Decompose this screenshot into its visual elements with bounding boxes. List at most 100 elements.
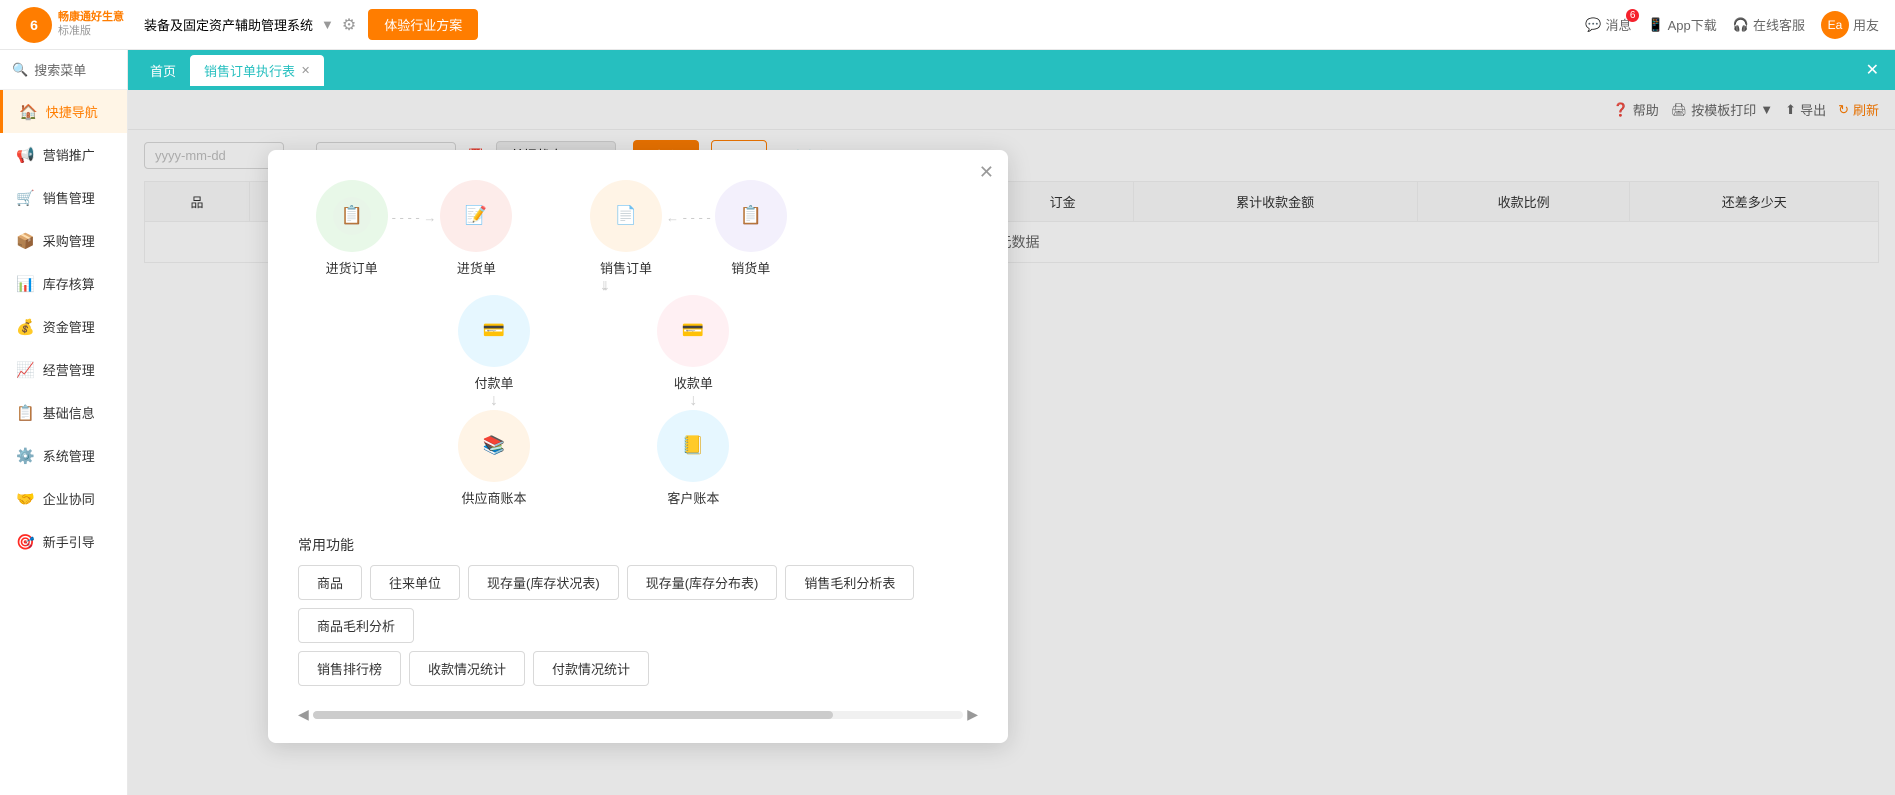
sidebar-item-finance[interactable]: 💰 资金管理	[0, 305, 127, 348]
sidebar-item-inventory[interactable]: 📊 库存核算	[0, 262, 127, 305]
arrow-sales-down: ↓	[590, 277, 787, 295]
func-btn-product[interactable]: 商品	[298, 565, 362, 600]
scroll-left-button[interactable]: ◀	[298, 706, 309, 723]
online-service-item[interactable]: 🎧 在线客服	[1733, 15, 1805, 34]
purchase-flow-col: 📋 进货订单 - - - - →	[298, 180, 530, 507]
sidebar-item-enterprise[interactable]: 🤝 企业协同	[0, 477, 127, 520]
sales-order-doc-label: 销售订单	[600, 258, 652, 277]
search-menu[interactable]: 🔍 搜索菜单	[0, 50, 127, 90]
sidebar-item-guide[interactable]: 🎯 新手引导	[0, 520, 127, 563]
supplier-ledger-group: 📚 供应商账本	[458, 410, 530, 507]
arrow-sales-doc-to-sales: ← - - - -	[666, 210, 711, 247]
svg-text:📄: 📄	[615, 204, 637, 225]
logo-line1: 畅康通好生意	[58, 11, 124, 24]
arrow-payment-down: ↓	[490, 392, 498, 410]
func-btn-payment-stats[interactable]: 付款情况统计	[533, 651, 649, 686]
sales-order-doc-group: 📄 销售订单	[590, 180, 662, 277]
sidebar-item-label: 经营管理	[43, 360, 95, 379]
scroll-right-button[interactable]: ▶	[967, 706, 978, 723]
logo-icon: 6	[16, 7, 52, 43]
svg-text:💳: 💳	[682, 320, 704, 340]
sidebar-item-label: 资金管理	[43, 317, 95, 336]
svg-text:💳: 💳	[483, 320, 505, 340]
scroll-arrows: ◀ ▶	[298, 706, 978, 723]
logo-line2: 标准版	[58, 25, 124, 38]
func-buttons: 商品 往来单位 现存量(库存状况表) 现存量(库存分布表) 销售毛利分析表 商品…	[298, 565, 978, 643]
sales-order-doc-node[interactable]: 📄	[590, 180, 662, 252]
sales-receipt-node[interactable]: 📋	[715, 180, 787, 252]
func-btn-stock-status[interactable]: 现存量(库存状况表)	[468, 565, 619, 600]
purchase-order-label: 进货订单	[326, 258, 378, 277]
tab-bar-close-icon[interactable]: ✕	[1858, 60, 1887, 80]
basic-icon: 📋	[16, 404, 35, 422]
scrollbar-track[interactable]	[313, 711, 963, 719]
scrollbar-thumb	[313, 711, 833, 719]
sidebar-item-quick-nav[interactable]: 🏠 快捷导航	[0, 90, 127, 133]
tab-close-icon[interactable]: ✕	[301, 64, 310, 77]
payment-group: 💳 付款单	[458, 295, 530, 392]
settings-icon[interactable]: ⚙	[342, 15, 356, 35]
system-title: 装备及固定资产辅助管理系统 ▼ ⚙	[144, 15, 356, 35]
modal-scrollbar: ◀ ▶	[298, 706, 978, 723]
arrow-receipt-node-down: ↓	[679, 392, 697, 410]
customer-ledger-node[interactable]: 📒	[657, 410, 729, 482]
sidebar-item-label: 基础信息	[43, 403, 95, 422]
svg-text:📒: 📒	[682, 435, 704, 455]
func-btn-sales-profit[interactable]: 销售毛利分析表	[785, 565, 914, 600]
sidebar-item-label: 系统管理	[43, 446, 95, 465]
tab-sales-order[interactable]: 销售订单执行表 ✕	[190, 55, 324, 86]
payment-node[interactable]: 💳	[458, 295, 530, 367]
sidebar-item-marketing[interactable]: 📢 营销推广	[0, 133, 127, 176]
purchase-receipt-label: 进货单	[457, 258, 496, 277]
search-menu-label: 搜索菜单	[34, 60, 86, 79]
supplier-ledger-label: 供应商账本	[461, 488, 526, 507]
message-item[interactable]: 💬 消息 6	[1585, 15, 1631, 34]
modal-close-button[interactable]: ✕	[979, 162, 994, 183]
supplier-ledger-node[interactable]: 📚	[458, 410, 530, 482]
sidebar-item-label: 企业协同	[43, 489, 95, 508]
sidebar-item-basic[interactable]: 📋 基础信息	[0, 391, 127, 434]
app-download-item[interactable]: 📱 App下载	[1647, 15, 1716, 34]
guide-icon: 🎯	[16, 533, 35, 551]
sidebar: 🔍 搜索菜单 🏠 快捷导航 📢 营销推广 🛒 销售管理 📦 采购管理 📊	[0, 50, 128, 795]
sidebar-item-label: 采购管理	[43, 231, 95, 250]
service-icon: 🎧	[1733, 17, 1749, 33]
sidebar-item-operation[interactable]: 📈 经营管理	[0, 348, 127, 391]
modal-overlay[interactable]: ✕ 📋	[128, 90, 1895, 795]
svg-text:6: 6	[30, 17, 38, 33]
receipt-group: 💳 收款单	[647, 295, 729, 392]
sidebar-item-label: 库存核算	[43, 274, 95, 293]
marketing-icon: 📢	[16, 146, 35, 164]
service-label: 在线客服	[1753, 15, 1805, 34]
tab-home[interactable]: 首页	[136, 55, 190, 86]
func-btn-vendor[interactable]: 往来单位	[370, 565, 460, 600]
trial-button[interactable]: 体验行业方案	[368, 9, 478, 40]
finance-icon: 💰	[16, 318, 35, 336]
logo-area: 6 畅康通好生意 标准版	[16, 7, 136, 43]
sidebar-item-system[interactable]: ⚙️ 系统管理	[0, 434, 127, 477]
purchase-receipt-node[interactable]: 📝	[440, 180, 512, 252]
arrow-receipt-down: ↓	[378, 277, 610, 295]
modal-dialog: ✕ 📋	[268, 150, 1008, 743]
enterprise-icon: 🤝	[16, 490, 35, 508]
operation-icon: 📈	[16, 361, 35, 379]
logo-text: 畅康通好生意 标准版	[58, 11, 124, 37]
sales-receipt-label: 销货单	[731, 258, 770, 277]
receipt-node[interactable]: 💳	[657, 295, 729, 367]
sidebar-item-purchase[interactable]: 📦 采购管理	[0, 219, 127, 262]
customer-ledger-group: 📒 客户账本	[647, 410, 729, 507]
svg-text:📋: 📋	[740, 204, 762, 225]
message-badge: 6	[1626, 9, 1640, 22]
user-item[interactable]: Ea 用友	[1821, 11, 1879, 39]
func-btn-receipt-stats[interactable]: 收款情况统计	[409, 651, 525, 686]
user-name: 用友	[1853, 15, 1879, 34]
purchase-order-node[interactable]: 📋	[316, 180, 388, 252]
payment-label: 付款单	[474, 373, 513, 392]
receipt-label: 收款单	[674, 373, 713, 392]
sidebar-item-sales[interactable]: 🛒 销售管理	[0, 176, 127, 219]
sidebar-item-label: 营销推广	[43, 145, 95, 164]
func-btn-sales-rank[interactable]: 销售排行榜	[298, 651, 401, 686]
func-btn-product-profit[interactable]: 商品毛利分析	[298, 608, 414, 643]
func-btn-stock-dist[interactable]: 现存量(库存分布表)	[627, 565, 778, 600]
dropdown-arrow-icon[interactable]: ▼	[321, 17, 334, 32]
